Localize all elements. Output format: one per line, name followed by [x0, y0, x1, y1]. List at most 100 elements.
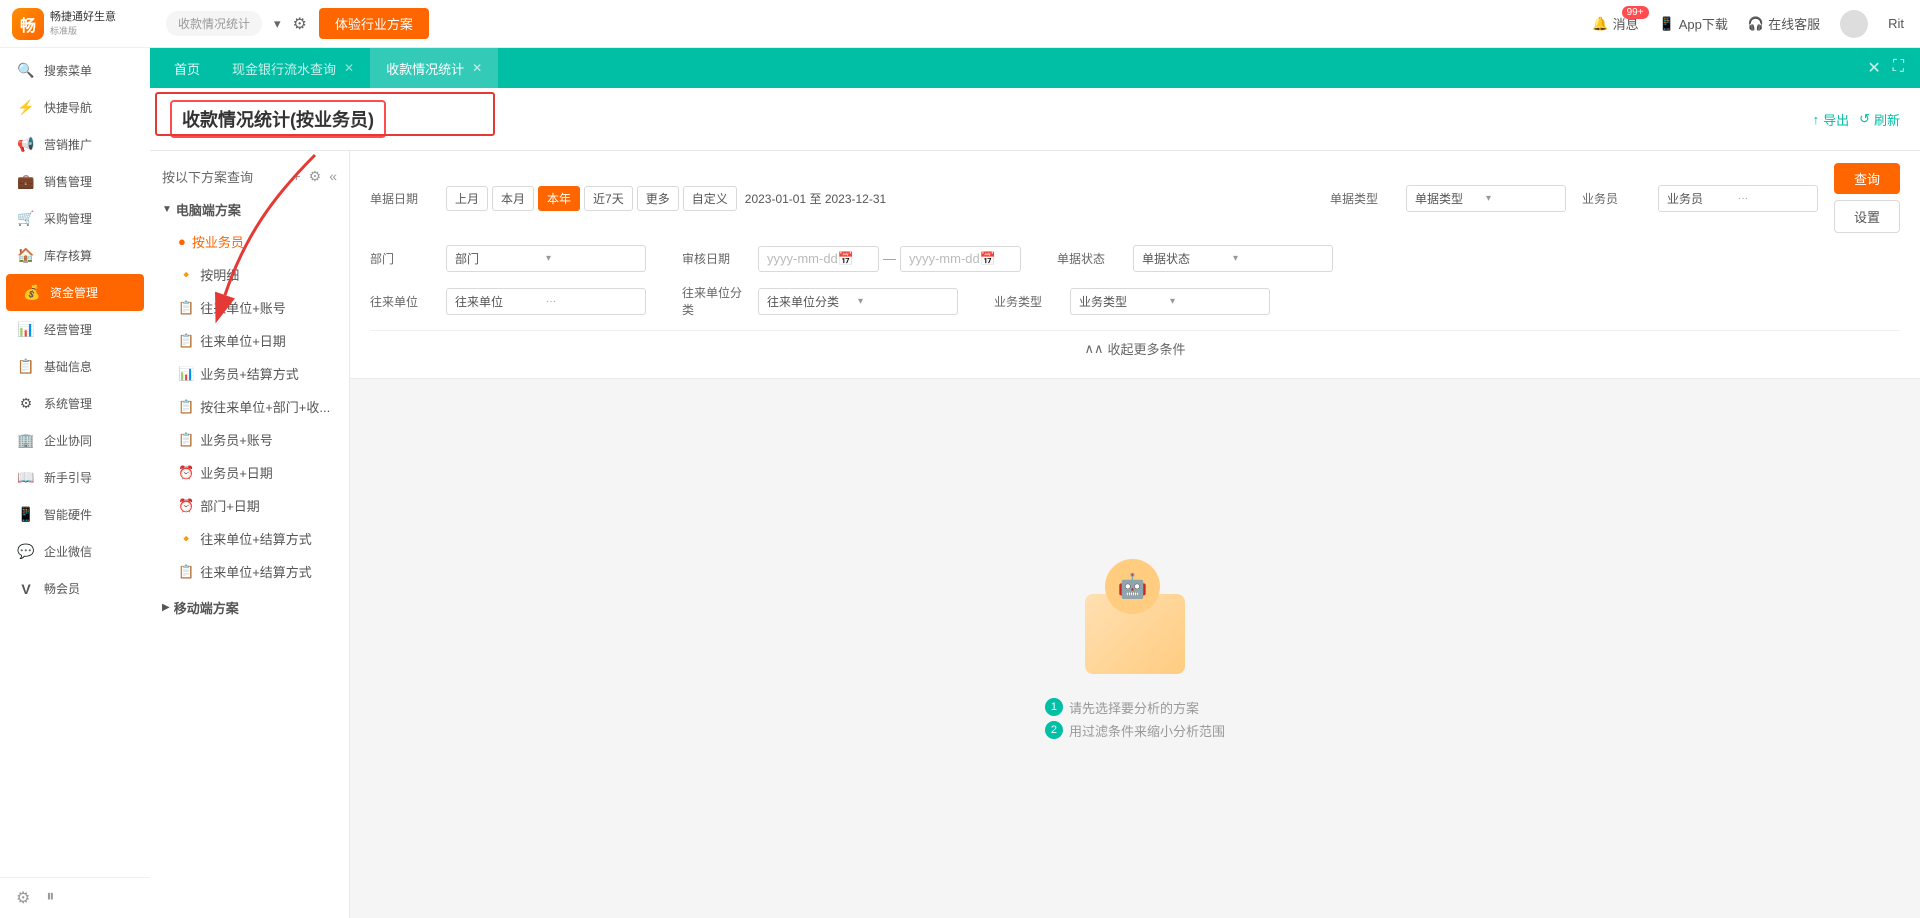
biz-type-select[interactable]: 业务类型 ▾: [1070, 288, 1270, 315]
review-date-start-input[interactable]: yyyy-mm-dd 📅: [758, 246, 879, 272]
wechat-icon: 💬: [16, 543, 36, 560]
scheme-item-partner-settle2[interactable]: 📋 往来单位+结算方式: [150, 555, 349, 588]
sidebar-item-hardware[interactable]: 📱 智能硬件: [0, 496, 150, 533]
tab-collection-stats[interactable]: 收款情况统计 ✕: [370, 48, 498, 88]
top-header: 收款情况统计 ▾ ⚙ 体验行业方案 🔔 消息 99+ 📱 App下载 🎧 在线客…: [150, 0, 1920, 48]
scheme-item-salesman-account[interactable]: 📋 业务员+账号: [150, 423, 349, 456]
close-window-icon[interactable]: ✕: [1867, 58, 1880, 78]
review-date-end-input[interactable]: yyyy-mm-dd 📅: [900, 246, 1021, 272]
collapse-sidebar-icon[interactable]: ⏸: [46, 888, 54, 908]
salesman-label: 业务员: [1582, 190, 1642, 207]
action-buttons: 查询 设置: [1834, 163, 1900, 233]
tab-bank-flow[interactable]: 现金银行流水查询 ✕: [216, 48, 370, 88]
export-label: 导出: [1823, 110, 1849, 129]
collapse-filter-icon: ∧∧: [1084, 341, 1103, 357]
sidebar-label-corp: 企业协同: [44, 432, 92, 449]
counterparty-cat-select[interactable]: 往来单位分类 ▾: [758, 288, 958, 315]
guide-icon: 📖: [16, 469, 36, 486]
dropdown-arrow-icon[interactable]: ▾: [274, 16, 281, 32]
sidebar-label-basic: 基础信息: [44, 358, 92, 375]
scheme-item-pa-label: 往来单位+账号: [200, 298, 286, 317]
sidebar: 畅 畅捷通好生意 标准版 🔍 搜索菜单 ⚡ 快捷导航 📢 营销推广 💼 销售管理…: [0, 0, 150, 918]
scheme-item-salesman-settle[interactable]: 📊 业务员+结算方式: [150, 357, 349, 390]
settings-button[interactable]: 设置: [1834, 200, 1900, 233]
settings-bottom-icon[interactable]: ⚙: [16, 888, 30, 908]
scheme-item-salesman[interactable]: ● 按业务员: [150, 225, 349, 258]
doc-status-select[interactable]: 单据状态 ▾: [1133, 245, 1333, 272]
collapse-filter-button[interactable]: ∧∧ 收起更多条件: [370, 330, 1900, 366]
counterparty-select[interactable]: 往来单位 ···: [446, 288, 646, 315]
date-btn-custom[interactable]: 自定义: [683, 186, 737, 211]
export-button[interactable]: ↑ 导出: [1813, 110, 1850, 129]
scheme-item-partner-account[interactable]: 📋 往来单位+账号: [150, 291, 349, 324]
scheme-group-desktop: ▼ 电脑端方案 ● 按业务员 🔸 按明细 📋 往来单位+账号: [150, 194, 349, 588]
sidebar-item-basic[interactable]: 📋 基础信息: [0, 348, 150, 385]
dept-select[interactable]: 部门 ▾: [446, 245, 646, 272]
quicknav-icon: ⚡: [16, 99, 36, 116]
sidebar-item-wechat[interactable]: 💬 企业微信: [0, 533, 150, 570]
sidebar-item-system[interactable]: ⚙ 系统管理: [0, 385, 150, 422]
header-settings-icon[interactable]: ⚙: [293, 14, 307, 34]
window-controls: ✕ ⛶: [1867, 58, 1912, 78]
filter-area: 单据日期 上月 本月 本年 近7天 更多 自定义 2023-01-01 至 20…: [350, 151, 1920, 379]
sidebar-item-quicknav[interactable]: ⚡ 快捷导航: [0, 89, 150, 126]
date-btn-this-month[interactable]: 本月: [492, 186, 534, 211]
scheme-item-detail[interactable]: 🔸 按明细: [150, 258, 349, 291]
sidebar-item-operation[interactable]: 📊 经营管理: [0, 311, 150, 348]
review-date-label: 审核日期: [682, 250, 742, 267]
app-download-button[interactable]: 📱 App下载: [1659, 14, 1728, 33]
date-btn-last-month[interactable]: 上月: [446, 186, 488, 211]
scheme-collapse-icon[interactable]: «: [329, 168, 337, 185]
refresh-button[interactable]: ↺ 刷新: [1859, 110, 1900, 129]
sales-icon: 💼: [16, 173, 36, 190]
sidebar-label-member: 畅会员: [44, 580, 80, 597]
tab-bank-flow-close[interactable]: ✕: [344, 61, 354, 75]
scheme-item-partner-dept[interactable]: 📋 按往来单位+部门+收...: [150, 390, 349, 423]
sidebar-item-capital[interactable]: 💰 资金管理: [6, 274, 144, 311]
sidebar-item-inventory[interactable]: 🏠 库存核算: [0, 237, 150, 274]
salesman-select[interactable]: 业务员 ···: [1658, 185, 1818, 212]
sidebar-item-guide[interactable]: 📖 新手引导: [0, 459, 150, 496]
sidebar-item-search[interactable]: 🔍 搜索菜单: [0, 52, 150, 89]
scheme-item-sa-label: 业务员+账号: [200, 430, 273, 449]
sidebar-item-member[interactable]: V 畅会员: [0, 570, 150, 607]
sidebar-item-marketing[interactable]: 📢 营销推广: [0, 126, 150, 163]
scheme-item-pd-icon: 📋: [178, 333, 194, 349]
scheme-item-partner-settle1[interactable]: 🔸 往来单位+结算方式: [150, 522, 349, 555]
tab-home[interactable]: 首页: [158, 59, 216, 78]
header-left: 收款情况统计 ▾ ⚙ 体验行业方案: [166, 8, 429, 39]
scheme-item-dept-date[interactable]: ⏰ 部门+日期: [150, 489, 349, 522]
scheme-panel: 按以下方案查询 + ⚙ « ▼ 电脑端方案 ● 按业务员: [150, 151, 350, 918]
maximize-window-icon[interactable]: ⛶: [1893, 58, 1904, 78]
doc-type-select[interactable]: 单据类型 ▾: [1406, 185, 1566, 212]
date-btn-more[interactable]: 更多: [637, 186, 679, 211]
logo: 畅 畅捷通好生意 标准版: [0, 0, 150, 48]
scheme-group-mobile-header[interactable]: ▶ 移动端方案: [150, 592, 349, 623]
counterparty-placeholder: 往来单位: [455, 293, 546, 310]
filter-row-3: 往来单位 往来单位 ··· 往来单位分类 往来单位分类 ▾ 业务类型 业务类型: [370, 284, 1900, 318]
counterparty-label: 往来单位: [370, 293, 430, 310]
logo-name: 畅捷通好生意: [50, 10, 116, 24]
tab-collection-stats-close[interactable]: ✕: [472, 61, 482, 75]
scheme-add-icon[interactable]: +: [292, 168, 300, 185]
scheme-item-salesman-date[interactable]: ⏰ 业务员+日期: [150, 456, 349, 489]
app-download-label: App下载: [1679, 14, 1728, 33]
scheme-settings-icon[interactable]: ⚙: [309, 168, 322, 185]
tip-num-2: 2: [1045, 721, 1063, 739]
scheme-group-desktop-header[interactable]: ▼ 电脑端方案: [150, 194, 349, 225]
sidebar-item-purchase[interactable]: 🛒 采购管理: [0, 200, 150, 237]
date-btn-this-year[interactable]: 本年: [538, 186, 580, 211]
user-avatar[interactable]: [1840, 10, 1868, 38]
date-btn-7days[interactable]: 近7天: [584, 186, 633, 211]
page-header: 收款情况统计(按业务员) ↑ 导出 ↺ 刷新: [150, 88, 1920, 151]
scheme-item-partner-date[interactable]: 📋 往来单位+日期: [150, 324, 349, 357]
operation-icon: 📊: [16, 321, 36, 338]
online-service-button[interactable]: 🎧 在线客服: [1748, 14, 1820, 33]
sidebar-item-corp[interactable]: 🏢 企业协同: [0, 422, 150, 459]
inventory-icon: 🏠: [16, 247, 36, 264]
query-button[interactable]: 查询: [1834, 163, 1900, 194]
sidebar-item-sales[interactable]: 💼 销售管理: [0, 163, 150, 200]
message-button[interactable]: 🔔 消息 99+: [1592, 14, 1638, 33]
trial-button[interactable]: 体验行业方案: [319, 8, 429, 39]
doc-type-placeholder: 单据类型: [1415, 190, 1486, 207]
